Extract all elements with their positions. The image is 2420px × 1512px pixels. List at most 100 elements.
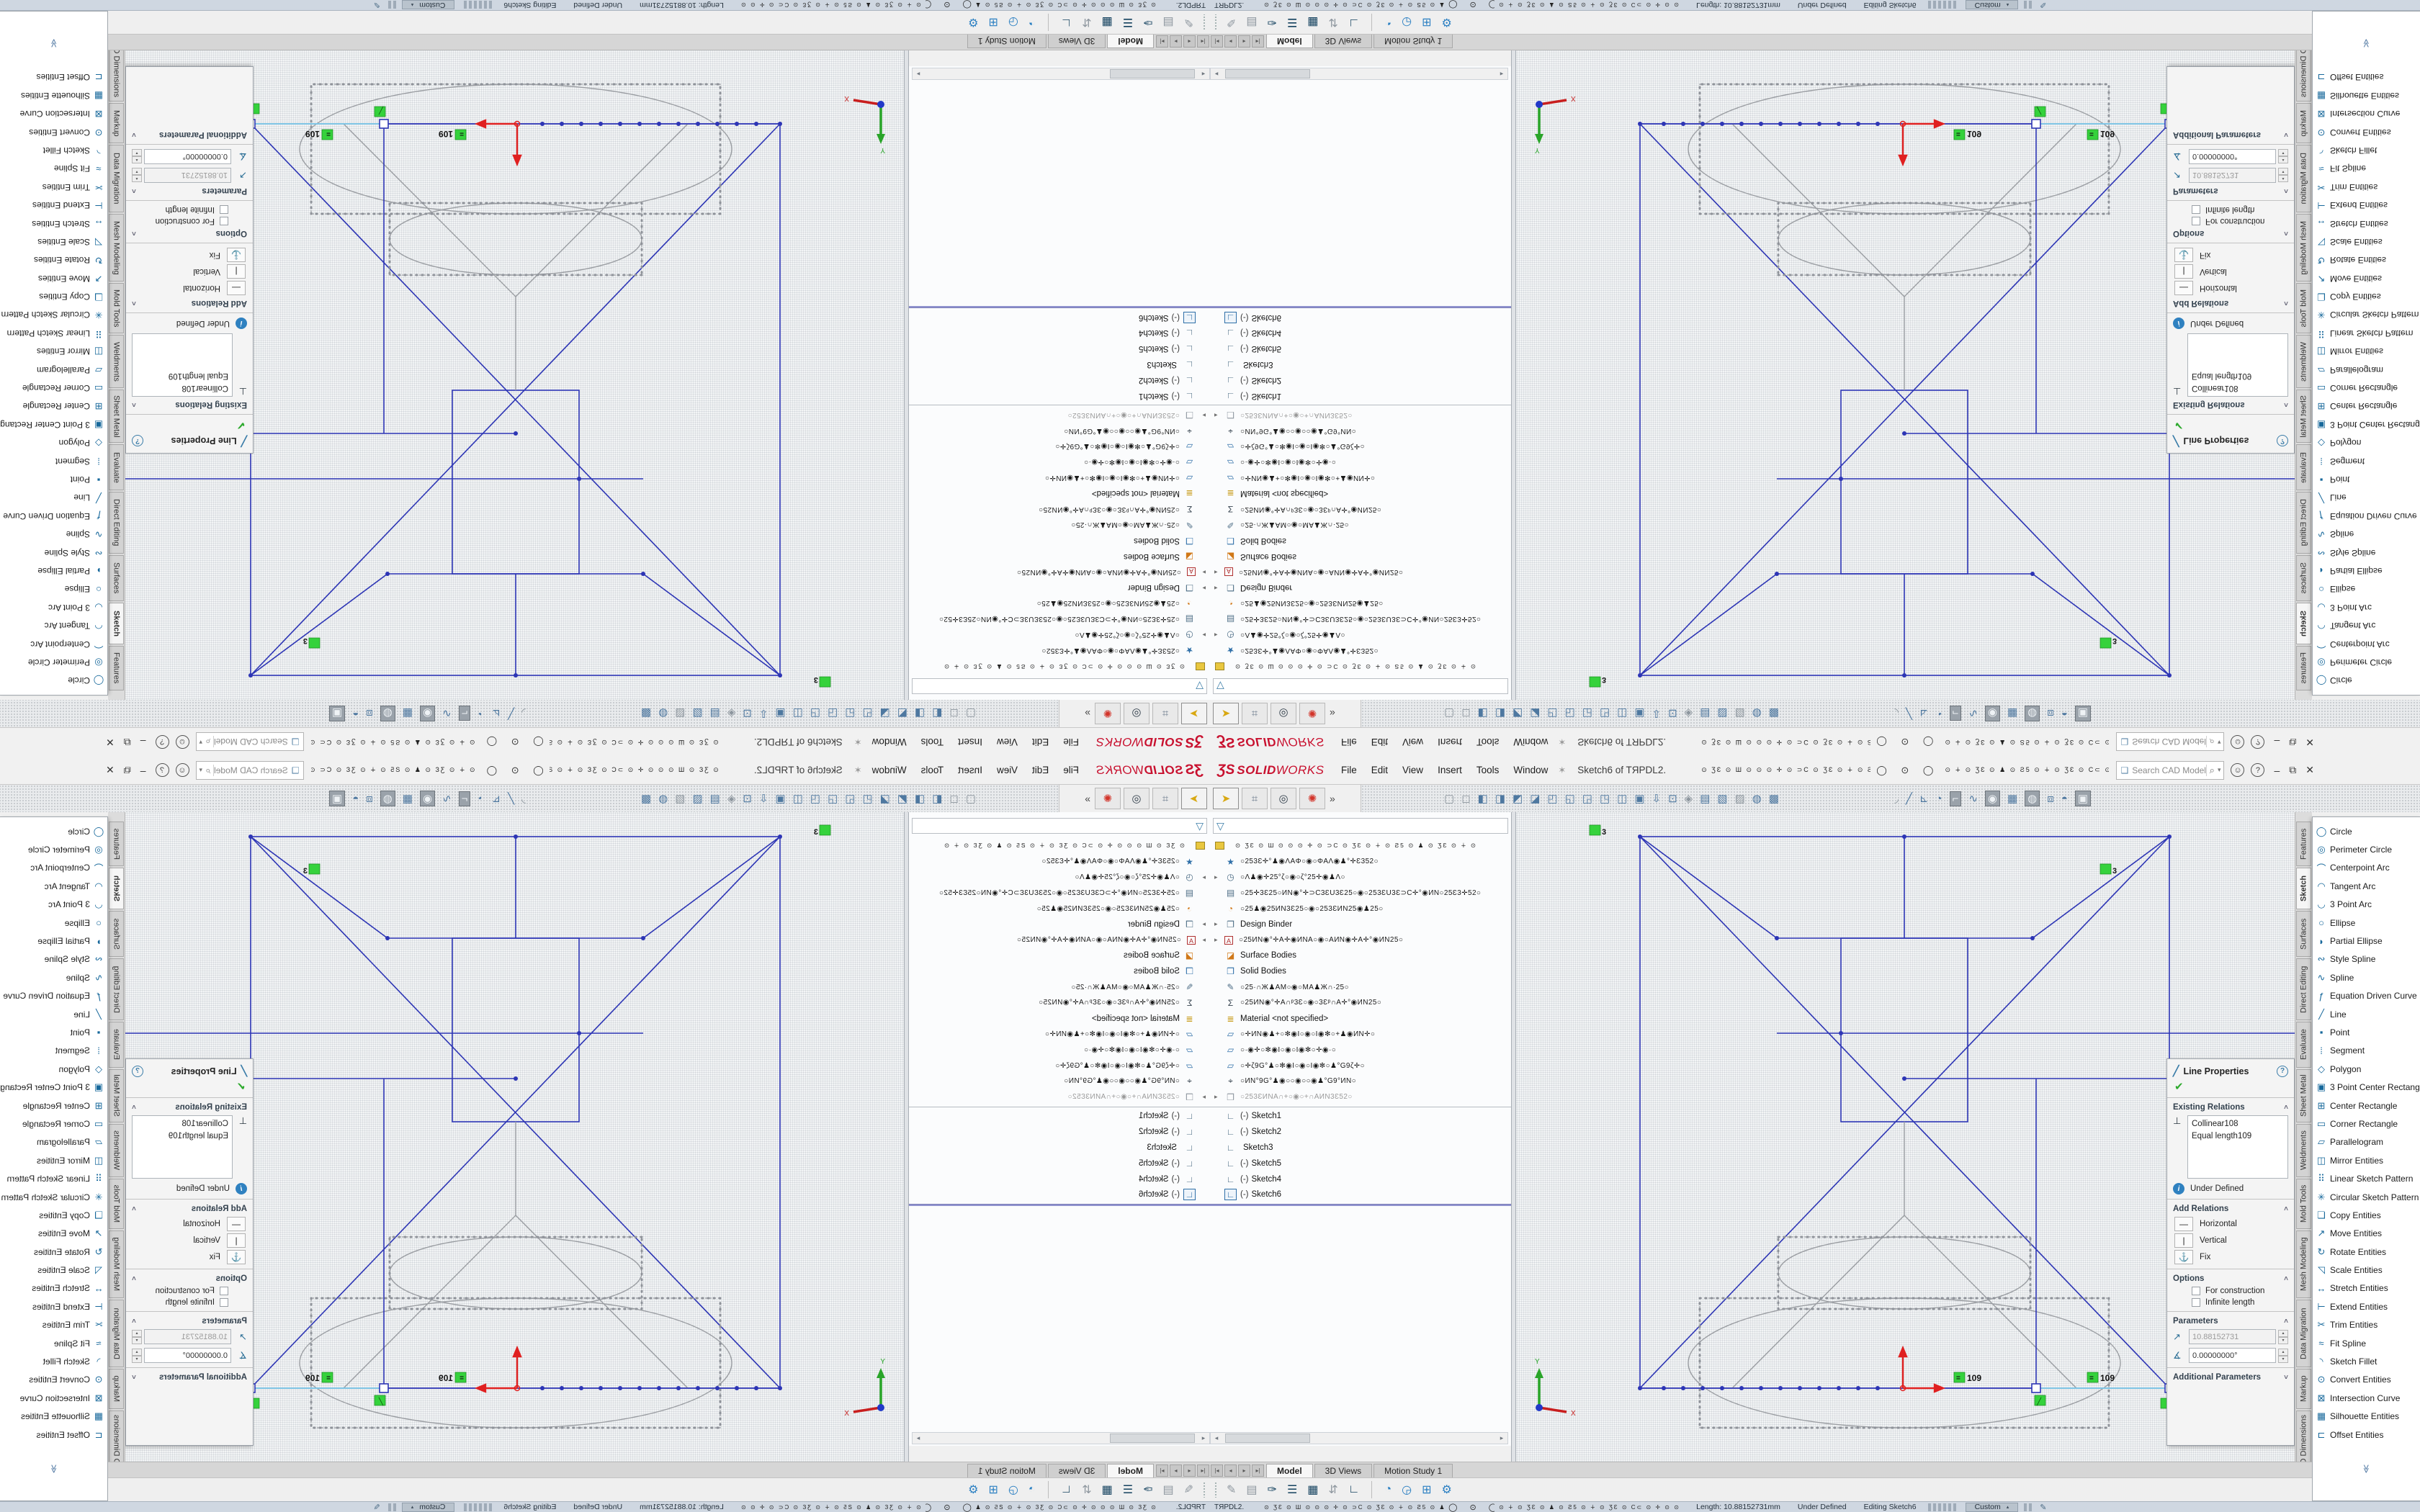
tree-row-sketch6-active[interactable]: ∟(-)Sketch6 (909, 310, 1210, 325)
tool-copy-entities[interactable]: ❏Copy Entities (0, 287, 107, 305)
scroll-left-icon[interactable]: ◂ (1211, 1434, 1222, 1442)
tool-mirror-entities[interactable]: ◫Mirror Entities (0, 343, 107, 361)
tree-row[interactable]: ★○253Ɛ✛°♟◉ΛAΦ○◉○ΦAΛ◉♟°✛Ɛ352○ (909, 642, 1210, 658)
dimxpertmanager-tab-icon[interactable]: ✺ (1299, 703, 1325, 724)
quick-access-toolbar-circles[interactable]: ◯ ⊙ ◯ (1876, 765, 1939, 776)
view-tool-icon[interactable]: ◪ (1530, 707, 1540, 720)
restore-button[interactable]: ⧉ (124, 736, 131, 748)
tab-weldments[interactable]: Weldments (2296, 1124, 2311, 1177)
scrollbar-thumb[interactable] (1225, 69, 1310, 78)
tree-row-sketch1[interactable]: ∟(-)Sketch1 (909, 388, 1210, 404)
restore-button[interactable]: ⧉ (2289, 736, 2296, 748)
sketch-tool-icon[interactable]: ◔ (1935, 708, 1942, 720)
view-tool-icon[interactable]: ◳ (1600, 792, 1610, 805)
tool-sketch-fillet[interactable]: ◝Sketch Fillet (2313, 141, 2420, 159)
tool-3-point-arc[interactable]: ◡3 Point Arc (0, 598, 107, 616)
tab-nav-next-icon[interactable]: ▸ (1238, 1464, 1250, 1477)
tool-3-point-arc[interactable]: ◡3 Point Arc (0, 896, 107, 914)
tree-row-sketch5[interactable]: ∟(-)Sketch5 (909, 1156, 1210, 1171)
menu-tools[interactable]: Tools (914, 765, 951, 775)
tab-nav-first-icon[interactable]: |◂ (1197, 1464, 1209, 1477)
panel-help-icon[interactable]: ? (132, 436, 143, 447)
tool-rotate-entities[interactable]: ↻Rotate Entities (0, 1243, 107, 1261)
menu-window[interactable]: Window (865, 765, 914, 775)
collapse-chevron-icon[interactable]: ˄ (132, 1104, 136, 1112)
view-tool-icon[interactable]: ⊡ (1668, 707, 1677, 720)
menu-view[interactable]: View (990, 765, 1025, 775)
relation-color-icon[interactable]: ∟ (1061, 16, 1072, 29)
tool-segment[interactable]: ⁞Segment (2313, 1042, 2420, 1060)
ok-checkmark-button[interactable]: ✔ (2174, 1080, 2288, 1093)
pin-menu-icon[interactable]: ✶ (1558, 765, 1566, 776)
tab-evaluate[interactable]: Evaluate (2296, 1022, 2311, 1068)
tab-mold-tools[interactable]: Mold Tools (109, 1179, 124, 1229)
sketch-tool-icon[interactable]: ▦ (2007, 707, 2017, 720)
expand-icon[interactable]: ▸ (1196, 568, 1206, 576)
tree-row[interactable]: ✎○25·∩Ж♟AM○◉○MA♟Ж∩·25○ (909, 979, 1210, 995)
tab-motion-study-1[interactable]: Motion Study 1 (967, 1464, 1047, 1477)
collapse-chevron-icon[interactable]: ˄ (132, 300, 136, 307)
tree-row-part[interactable]: TЯPDL2. ⊙ ƷƐ ⊙ Ш ⊙ ⊙ ⊙ ✛ ⊙ ⊃C ⊙ ƷƐ ⊙ ∔ ⊙… (1210, 838, 1511, 854)
tool-circular-sketch-pattern[interactable]: ✳Circular Sketch Pattern (0, 1188, 107, 1206)
view-tool-icon[interactable]: ◫ (793, 707, 803, 720)
tab-3d-views[interactable]: 3D Views (1048, 1464, 1106, 1477)
tab-nav-last-icon[interactable]: ▸| (1252, 1464, 1264, 1477)
tree-row[interactable]: ◔○25♟◉25ИN3Ɛ25○◉○253ƐИN25◉♟25○ (909, 901, 1210, 917)
menu-view[interactable]: View (1395, 765, 1430, 775)
search-icon[interactable]: ⌕ (202, 765, 214, 776)
angle-spinner[interactable]: ▴▾ (132, 150, 142, 164)
tool-intersection-curve[interactable]: ⊠Intersection Curve (0, 1389, 107, 1407)
tab-mold-tools[interactable]: Mold Tools (109, 283, 124, 333)
relation-item[interactable]: Collinear108 (2192, 1118, 2284, 1130)
tool-centerpoint-arc[interactable]: ⌒Centerpoint Arc (2313, 859, 2420, 877)
tree-row[interactable]: ▱○·◉✛○✻◉I○◉○I◉✻○✛◉·○ (909, 454, 1210, 470)
filter-sort-icon[interactable]: ⇵ (1328, 15, 1337, 30)
settings-gear-icon[interactable]: ◔ (1028, 16, 1036, 29)
expand-icon[interactable]: ▸ (1214, 873, 1224, 881)
filter-sort-icon[interactable]: ⇵ (1082, 15, 1091, 30)
sketch-tool-icon[interactable]: ◞ (521, 792, 526, 805)
view-tool-icon[interactable]: ◳ (1600, 707, 1610, 720)
tool-trim-entities[interactable]: ✂Trim Entities (0, 178, 107, 196)
collapse-chevron-icon[interactable]: ˄ (2284, 1318, 2288, 1326)
tree-row[interactable]: ▱○✛ζ9G°♟○✻◉I○◉○I◉✻○♟°G9ζ✛○ (909, 1058, 1210, 1074)
tree-row-sketch4[interactable]: ∟(-)Sketch4 (1210, 1171, 1511, 1187)
tab-nav-prev-icon[interactable]: ◂ (1224, 35, 1237, 48)
tool-line[interactable]: ╱Line (0, 1005, 107, 1023)
tree-row-sketch5[interactable]: ∟(-)Sketch5 (909, 341, 1210, 356)
tree-row[interactable]: ▸◷○Ʌ♟◉✛25°ζ○◉○ζ°25✛◉♟Ʌ○ (909, 870, 1210, 886)
view-tool-icon[interactable]: ◨ (1495, 707, 1505, 720)
close-button[interactable]: ✕ (2305, 764, 2314, 776)
relations-listbox[interactable]: Collinear108 Equal length109 (132, 333, 233, 397)
tool-segment[interactable]: ⁞Segment (0, 452, 107, 470)
panel-expand-chevron-icon[interactable]: » (1085, 793, 1090, 804)
angle-value-field[interactable]: 0.00000000° (144, 1348, 231, 1363)
tree-row[interactable]: ▱○✛ИN◉♟+○✻◉I○◉○I◉✻○+♟◉ИN✛○ (1210, 1027, 1511, 1043)
quick-access-toolbar-2[interactable]: ⊙ ∔ ⊙ ƷƐ ⊙ ♟ ⊙ Ƨ5 ⊙ ∔ ⊙ ƷƐ ⊙ C⊂ ⊙ ✛ ⊙ ⊙ … (1945, 766, 2109, 774)
collapse-chevron-icon[interactable]: ˄ (2284, 187, 2288, 195)
menu-window[interactable]: Window (1506, 765, 1555, 775)
view-tool-icon[interactable]: ▩ (641, 707, 651, 720)
view-tool-icon[interactable]: ▨ (675, 792, 685, 805)
view-tool-icon[interactable]: ▢ (1444, 792, 1454, 805)
tool-move-entities[interactable]: ↗Move Entities (2313, 269, 2420, 287)
tool-fit-spline[interactable]: ≈Fit Spline (0, 1334, 107, 1352)
view-tool-icon[interactable]: ◫ (1617, 707, 1627, 720)
highlighter-icon[interactable]: ▤ (1162, 15, 1173, 30)
checkbox-icon[interactable] (220, 1287, 228, 1295)
view-tool-icon[interactable]: ◻ (1461, 707, 1470, 720)
checkbox-icon[interactable] (2192, 1298, 2200, 1307)
relations-listbox[interactable]: Collinear108 Equal length109 (2187, 333, 2288, 397)
tab-sheet-metal[interactable]: Sheet Metal (109, 1069, 124, 1122)
tree-row[interactable]: ▸◷○Ʌ♟◉✛25°ζ○◉○ζ°25✛◉♟Ʌ○ (909, 627, 1210, 643)
rollback-bar[interactable] (1210, 306, 1511, 308)
tab-sketch[interactable]: Sketch (2296, 603, 2311, 644)
sketch-tool-icon-active[interactable]: ⌐ (1950, 706, 1962, 721)
tree-row[interactable]: ◔○25♟◉25ИN3Ɛ25○◉○253ƐИN25◉♟25○ (1210, 901, 1511, 917)
sketch-tool-icon-active[interactable]: ◍ (380, 791, 395, 806)
flyout-more-chevron-icon[interactable]: ≫ (2362, 1416, 2372, 1501)
toolbar-grip[interactable] (1214, 1482, 1217, 1498)
grid-icon[interactable]: ▦ (1307, 1482, 1318, 1497)
tree-row-sketch6-active[interactable]: ∟(-)Sketch6 (1210, 310, 1511, 325)
tool-ellipse[interactable]: ○Ellipse (0, 580, 107, 598)
